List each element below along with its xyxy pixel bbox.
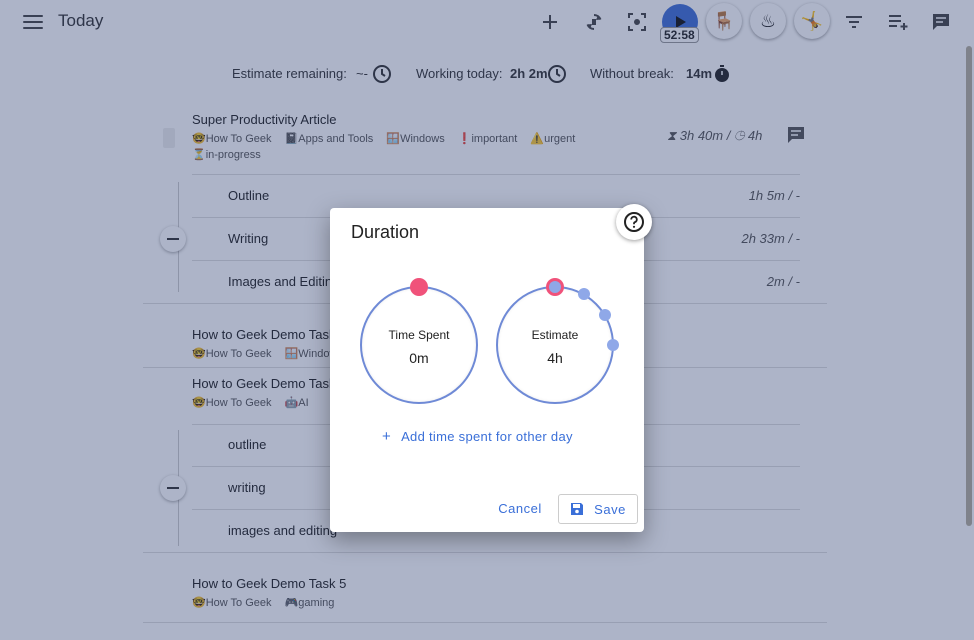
dialog-title: Duration [351, 222, 420, 242]
estimate-dial[interactable]: Estimate 4h [496, 286, 614, 404]
add-time-other-day-link[interactable]: + Add time spent for other day [382, 428, 573, 445]
scrollbar[interactable] [966, 46, 972, 526]
save-icon [571, 503, 584, 515]
cancel-button[interactable]: Cancel [494, 497, 546, 521]
estimate-label: Estimate [531, 328, 579, 342]
estimate-marker [599, 309, 611, 321]
duration-dialog: Duration Time Spent 0m Estimate 4h + Add … [330, 204, 652, 532]
estimate-marker [607, 339, 619, 351]
time-spent-dial[interactable]: Time Spent 0m [360, 286, 478, 404]
time-spent-value: 0m [409, 350, 429, 366]
time-spent-label: Time Spent [388, 328, 450, 342]
plus-icon: + [382, 428, 392, 445]
save-button[interactable]: Save [558, 494, 638, 524]
estimate-value: 4h [547, 350, 563, 366]
estimate-marker [549, 281, 561, 293]
help-icon[interactable] [616, 204, 652, 240]
estimate-marker [578, 288, 590, 300]
time-spent-knob[interactable] [410, 278, 428, 296]
